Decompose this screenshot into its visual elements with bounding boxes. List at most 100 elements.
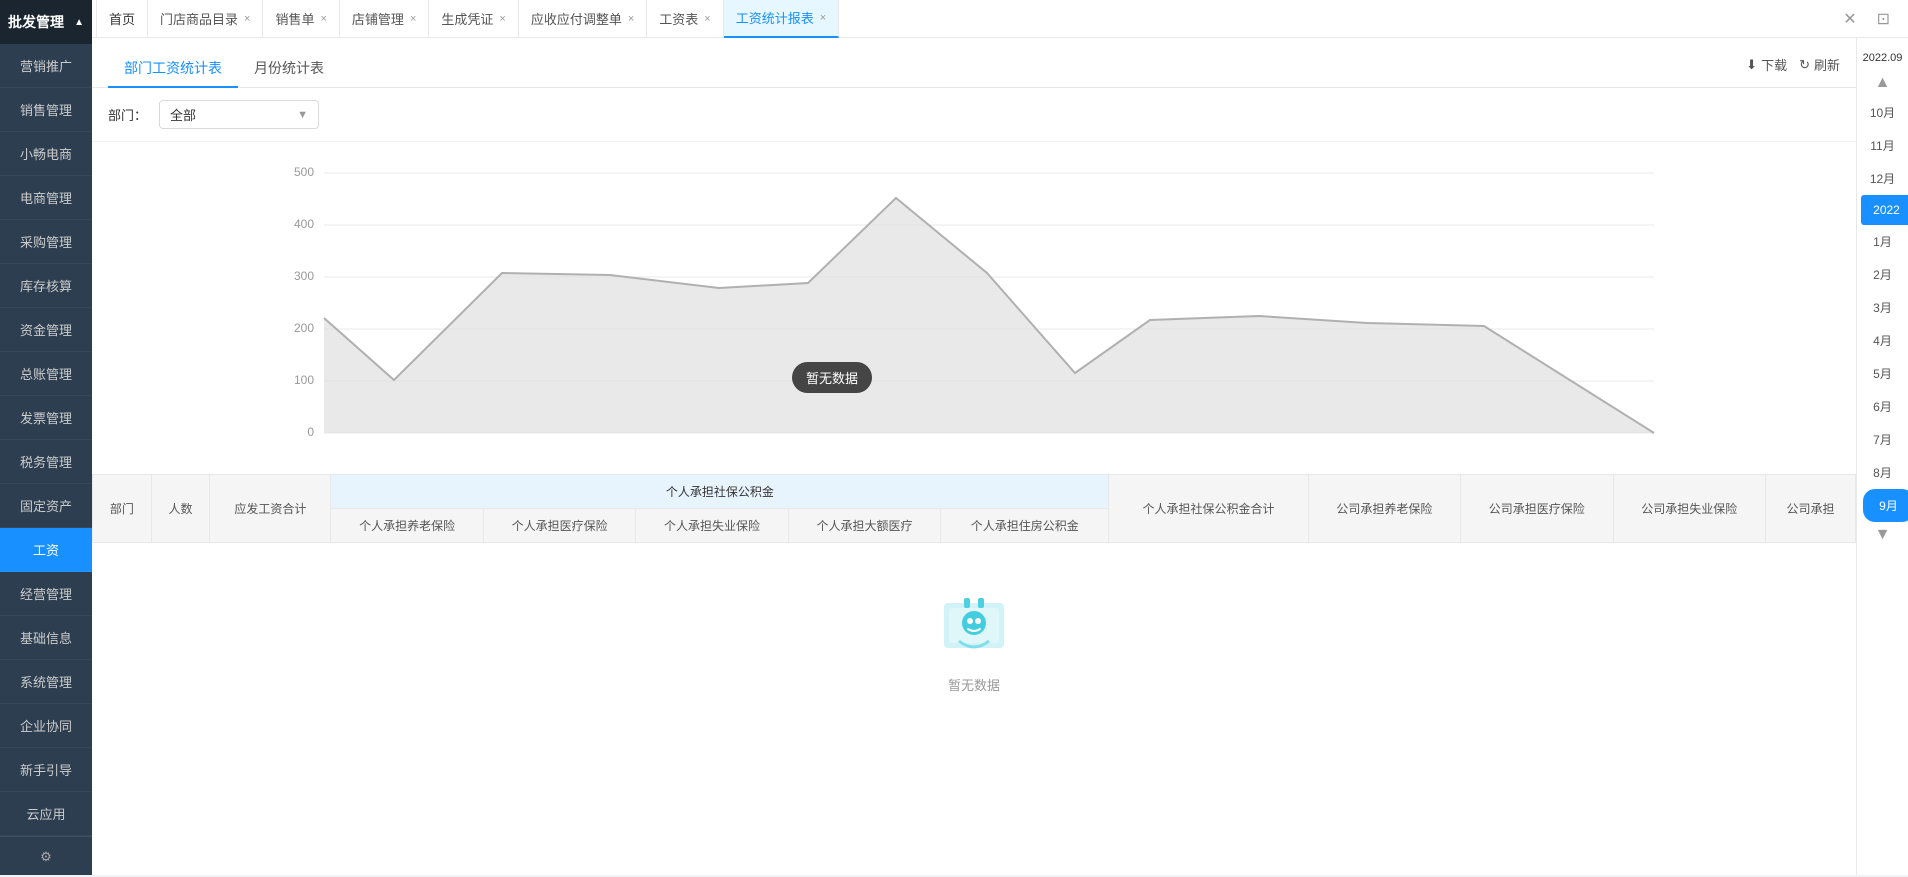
date-panel-item-1月[interactable]: 1月 [1857, 225, 1908, 258]
svg-text:200: 200 [294, 321, 314, 335]
chart-svg: 500 400 300 200 100 0 [108, 158, 1840, 458]
tab-应收应付调整单[interactable]: 应收应付调整单× [519, 0, 647, 38]
col-count: 人数 [151, 475, 210, 543]
chart-container: 500 400 300 200 100 0 [92, 142, 1856, 474]
sidebar-item-新手引导[interactable]: 新手引导 [0, 748, 92, 792]
tab-生成凭证[interactable]: 生成凭证 × [429, 0, 518, 38]
tab-销售单[interactable]: 销售单 × [263, 0, 339, 38]
tab-label: 销售单 [275, 9, 314, 28]
sidebar-settings[interactable]: ⚙ [0, 836, 92, 877]
sidebar-item-电商管理[interactable]: 电商管理 [0, 176, 92, 220]
date-panel-up-icon[interactable]: ▲ [1871, 70, 1895, 96]
sidebar-collapse-icon: ▲ [74, 17, 84, 28]
tab-工资统计报表[interactable]: 工资统计报表 × [724, 0, 839, 38]
col-company-pension: 公司承担养老保险 [1308, 475, 1460, 543]
sidebar-item-云应用[interactable]: 云应用 [0, 792, 92, 836]
tab-bar: 首页门店商品目录×销售单×店铺管理×生成凭证×应收应付调整单×工资表×工资统计报… [92, 0, 1908, 38]
col-personal-housing: 个人承担住房公积金 [941, 509, 1109, 543]
date-panel-item-5月[interactable]: 5月 [1857, 357, 1908, 390]
col-company-other: 公司承担 [1765, 475, 1855, 543]
sidebar-item-销售管理[interactable]: 销售管理 [0, 88, 92, 132]
sidebar-item-基础信息[interactable]: 基础信息 [0, 616, 92, 660]
tab-工资表[interactable]: 工资表× [647, 0, 723, 38]
page-content: 部门工资统计表月份统计表 ⬇ 下载 ↻ 刷新 部门： 全部 ▼ [92, 38, 1908, 875]
tab-bar-end: ✕ ⊡ [1837, 7, 1904, 31]
date-panel-current: 2022.09 [1859, 46, 1907, 70]
svg-text:400: 400 [294, 217, 314, 231]
svg-text:300: 300 [294, 269, 314, 283]
date-panel-down-icon[interactable]: ▼ [1871, 522, 1895, 548]
col-group-personal: 个人承担社保公积金 [331, 475, 1109, 509]
col-company-unemployment: 公司承担失业保险 [1613, 475, 1765, 543]
tab-restore-icon[interactable]: ⊡ [1871, 7, 1896, 31]
tab-close-icon[interactable]: × [320, 13, 326, 25]
sidebar-item-系统管理[interactable]: 系统管理 [0, 660, 92, 704]
tab-label: 店铺管理 [352, 9, 404, 28]
sidebar-item-总账管理[interactable]: 总账管理 [0, 352, 92, 396]
empty-state-text: 暂无数据 [948, 675, 1000, 694]
tab-close-icon[interactable]: × [820, 12, 826, 24]
date-panel-item-3月[interactable]: 3月 [1857, 291, 1908, 324]
date-panel-item-9月[interactable]: 9月 [1863, 489, 1908, 522]
tab-close-icon[interactable]: × [410, 13, 416, 25]
sidebar-item-企业协同[interactable]: 企业协同 [0, 704, 92, 748]
tab-label: 工资统计报表 [736, 8, 814, 27]
sidebar-item-库存核算[interactable]: 库存核算 [0, 264, 92, 308]
data-table: 部门 人数 应发工资合计 个人承担社保公积金 个人承担社保公积金合计 公司承担养… [92, 474, 1856, 543]
date-panel-item-10月[interactable]: 10月 [1857, 96, 1908, 129]
date-panel-item-6月[interactable]: 6月 [1857, 390, 1908, 423]
sidebar-header[interactable]: 批发管理 ▲ [0, 0, 92, 44]
sidebar-item-发票管理[interactable]: 发票管理 [0, 396, 92, 440]
settings-icon: ⚙ [40, 849, 52, 864]
tab-门店商品目录[interactable]: 门店商品目录× [148, 0, 263, 38]
sidebar-item-采购管理[interactable]: 采购管理 [0, 220, 92, 264]
filter-label: 部门： [108, 105, 147, 124]
svg-text:0: 0 [307, 425, 314, 439]
download-label: 下载 [1761, 55, 1787, 74]
col-personal-bigmedical: 个人承担大额医疗 [788, 509, 940, 543]
department-select[interactable]: 全部 ▼ [159, 100, 319, 129]
svg-text:100: 100 [294, 373, 314, 387]
sidebar-item-经营管理[interactable]: 经营管理 [0, 572, 92, 616]
sub-tab-月份统计表[interactable]: 月份统计表 [238, 50, 340, 88]
sidebar-item-小畅电商[interactable]: 小畅电商 [0, 132, 92, 176]
refresh-button[interactable]: ↻ 刷新 [1799, 55, 1840, 74]
sidebar-item-工资[interactable]: 工资 [0, 528, 92, 572]
col-personal-total: 个人承担社保公积金合计 [1109, 475, 1308, 543]
department-select-value: 全部 [170, 105, 196, 124]
svg-text:500: 500 [294, 165, 314, 179]
sub-tabs: 部门工资统计表月份统计表 ⬇ 下载 ↻ 刷新 [92, 38, 1856, 88]
empty-state: 暂无数据 [92, 543, 1856, 734]
sidebar-item-营销推广[interactable]: 营销推广 [0, 44, 92, 88]
date-panel-item-2月[interactable]: 2月 [1857, 258, 1908, 291]
col-total-salary: 应发工资合计 [210, 475, 331, 543]
date-panel-item-7月[interactable]: 7月 [1857, 423, 1908, 456]
filter-bar: 部门： 全部 ▼ [92, 88, 1856, 142]
tab-close-icon[interactable]: × [499, 13, 505, 25]
tab-close-icon[interactable]: × [704, 13, 710, 25]
date-panel-item-12月[interactable]: 12月 [1857, 162, 1908, 195]
tab-close-icon[interactable]: × [244, 13, 250, 25]
refresh-icon: ↻ [1799, 57, 1810, 73]
tab-close-all-icon[interactable]: ✕ [1837, 7, 1862, 31]
sidebar-item-税务管理[interactable]: 税务管理 [0, 440, 92, 484]
date-panel-item-4月[interactable]: 4月 [1857, 324, 1908, 357]
tab-label: 首页 [109, 9, 135, 28]
col-personal-unemployment: 个人承担失业保险 [636, 509, 788, 543]
tab-label: 生成凭证 [441, 9, 493, 28]
date-panel-item-8月[interactable]: 8月 [1857, 456, 1908, 489]
tab-首页[interactable]: 首页 [96, 0, 148, 38]
date-panel-item-11月[interactable]: 11月 [1857, 129, 1908, 162]
download-icon: ⬇ [1746, 57, 1757, 73]
sidebar-item-固定资产[interactable]: 固定资产 [0, 484, 92, 528]
tab-close-icon[interactable]: × [628, 13, 634, 25]
date-panel-item-2022[interactable]: 2022 [1861, 195, 1908, 225]
empty-icon [934, 583, 1014, 663]
chevron-down-icon: ▼ [297, 109, 308, 121]
download-button[interactable]: ⬇ 下载 [1746, 55, 1787, 74]
sub-tab-部门工资统计表[interactable]: 部门工资统计表 [108, 50, 238, 88]
refresh-label: 刷新 [1814, 55, 1840, 74]
table-area[interactable]: 部门 人数 应发工资合计 个人承担社保公积金 个人承担社保公积金合计 公司承担养… [92, 474, 1856, 875]
tab-店铺管理[interactable]: 店铺管理 × [340, 0, 429, 38]
sidebar-item-资金管理[interactable]: 资金管理 [0, 308, 92, 352]
